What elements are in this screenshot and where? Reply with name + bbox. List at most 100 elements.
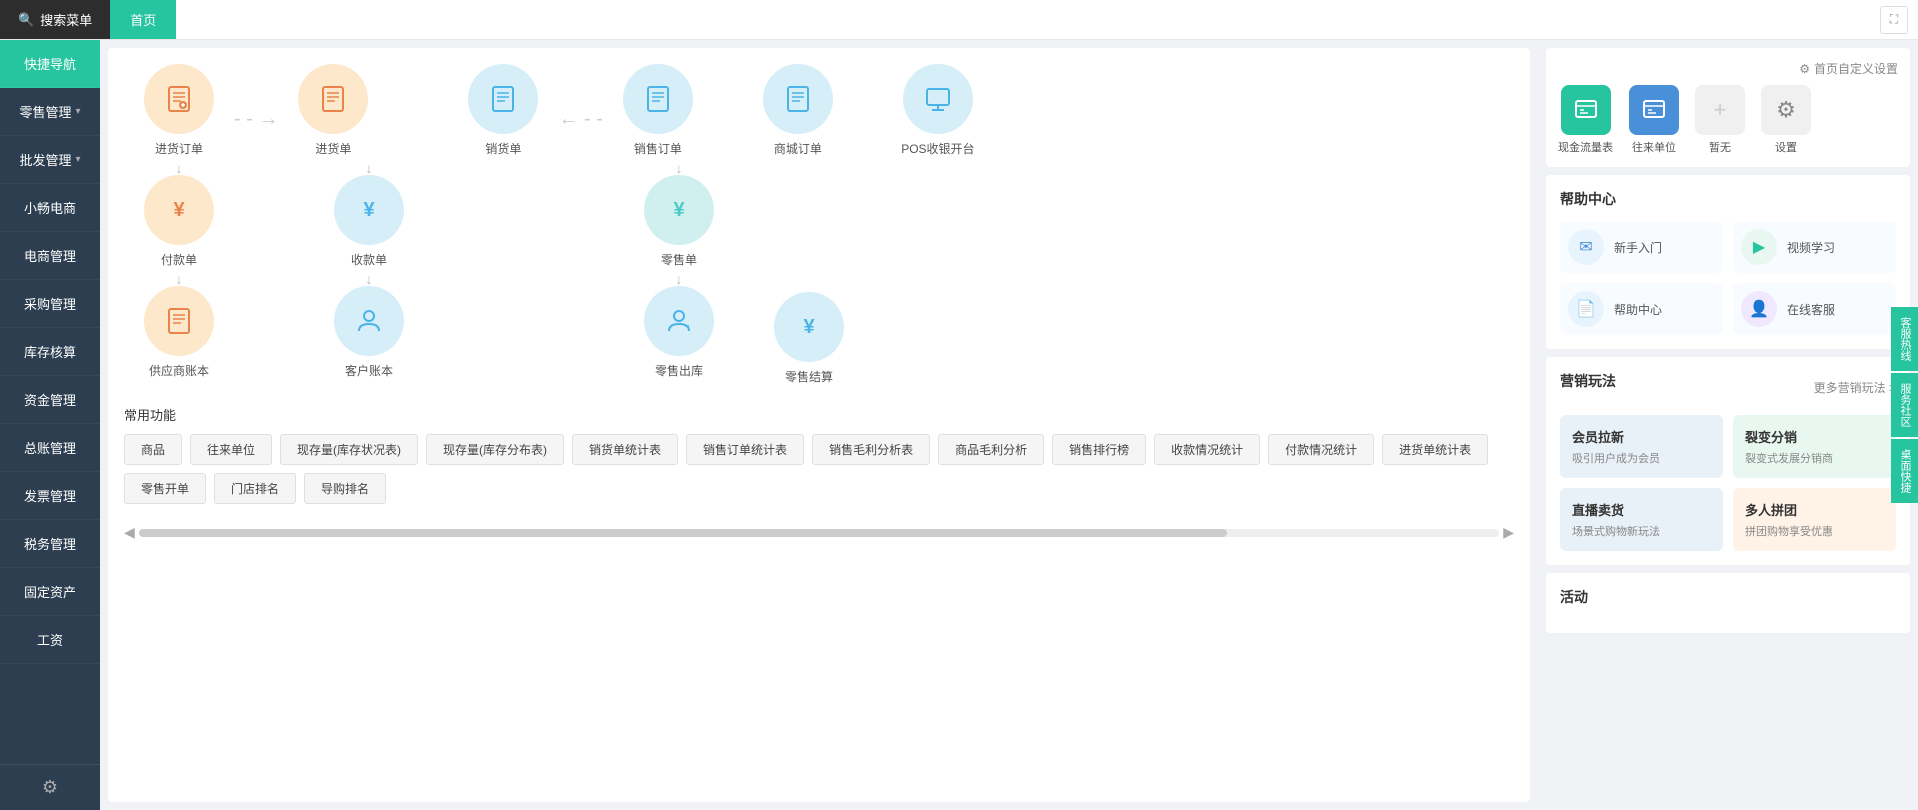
sidebar-item-finance[interactable]: 资金管理: [0, 376, 100, 424]
func-btn-partners[interactable]: 往来单位: [190, 434, 272, 465]
flow-node-pos[interactable]: POS收银开台: [883, 64, 993, 157]
settings-label: 设置: [1775, 139, 1797, 155]
member-title: 会员拉新: [1572, 427, 1711, 446]
flow-node-sales-slip[interactable]: 销货单: [448, 64, 558, 157]
main-layout: 快捷导航 零售管理 ▾ 批发管理 ▾ 小畅电商 电商管理 采购管理 库存核算 资…: [0, 40, 1918, 810]
customer-book-label: 客户账本: [345, 362, 393, 379]
func-btn-sales-profit[interactable]: 销售毛利分析表: [812, 434, 930, 465]
help-label: 帮助中心: [1614, 301, 1662, 318]
marketing-grid: 会员拉新 吸引用户成为会员 裂变分销 裂变式发展分销商 直播卖货 场景式购物新玩…: [1560, 415, 1896, 551]
flow-node-purchase-slip[interactable]: 进货单: [278, 64, 388, 157]
search-menu-btn[interactable]: 🔍 搜索菜单: [0, 0, 110, 39]
home-tab[interactable]: 首页: [110, 0, 176, 39]
cashflow-label: 现金流量表: [1558, 139, 1613, 155]
marketing-item-fission[interactable]: 裂变分销 裂变式发展分销商: [1733, 415, 1896, 478]
live-desc: 场景式购物新玩法: [1572, 523, 1711, 539]
quick-icon-settings[interactable]: ⚙ 设置: [1761, 85, 1811, 155]
receipt-label: 收款单: [351, 251, 387, 268]
sidebar-item-tax[interactable]: 税务管理: [0, 520, 100, 568]
sidebar-item-assets[interactable]: 固定资产: [0, 568, 100, 616]
func-btn-stock-dist[interactable]: 现存量(库存分布表): [426, 434, 564, 465]
arrow-down-sales: ↓: [366, 161, 373, 175]
sidebar-item-ecommerce-small[interactable]: 小畅电商: [0, 184, 100, 232]
help-item-video[interactable]: ▶ 视频学习: [1733, 221, 1896, 273]
func-btn-store-rank[interactable]: 门店排名: [214, 473, 296, 504]
customize-label: 首页自定义设置: [1814, 60, 1898, 77]
float-btn-community[interactable]: 服务社区: [1891, 373, 1918, 437]
scroll-track[interactable]: [139, 529, 1499, 537]
marketing-title: 营销玩法: [1560, 371, 1616, 391]
quick-icon-partners[interactable]: 往来单位: [1629, 85, 1679, 155]
mall-order-icon: [763, 64, 833, 134]
float-btn-desktop[interactable]: 桌面快捷: [1891, 439, 1918, 503]
sidebar-item-wholesale[interactable]: 批发管理 ▾: [0, 136, 100, 184]
sidebar-item-inventory[interactable]: 库存核算: [0, 328, 100, 376]
sidebar-item-label: 资金管理: [24, 390, 76, 409]
func-btn-retail-order[interactable]: 零售开单: [124, 473, 206, 504]
sidebar: 快捷导航 零售管理 ▾ 批发管理 ▾ 小畅电商 电商管理 采购管理 库存核算 资…: [0, 40, 100, 810]
flow-section: 进货订单 - - → 进货单: [124, 64, 1514, 385]
flow-node-sales-order[interactable]: 销售订单: [603, 64, 713, 157]
flow-node-retail-settle[interactable]: ¥ 零售结算: [754, 292, 864, 385]
retail-out-label: 零售出库: [655, 362, 703, 379]
func-btn-payment-stat[interactable]: 付款情况统计: [1268, 434, 1374, 465]
quick-icon-none[interactable]: + 暂无: [1695, 85, 1745, 155]
help-item-help[interactable]: 📄 帮助中心: [1560, 283, 1723, 335]
more-marketing-link[interactable]: 更多营销玩法 >: [1814, 379, 1896, 396]
quick-icons-row: 现金流量表 往来单位 + 暂无: [1558, 85, 1898, 155]
func-btn-goods[interactable]: 商品: [124, 434, 182, 465]
marketing-header: 营销玩法 更多营销玩法 >: [1560, 371, 1896, 403]
flow-node-purchase-order[interactable]: 进货订单: [124, 64, 234, 157]
flow-node-customer-book[interactable]: 客户账本: [314, 286, 424, 379]
sidebar-settings-btn[interactable]: ⚙: [0, 764, 100, 810]
sidebar-item-retail[interactable]: 零售管理 ▾: [0, 88, 100, 136]
sidebar-item-ecommerce[interactable]: 电商管理: [0, 232, 100, 280]
fullscreen-button[interactable]: ⛶: [1880, 6, 1908, 34]
payment-icon: ¥: [144, 175, 214, 245]
func-btn-stock-status[interactable]: 现存量(库存状况表): [280, 434, 418, 465]
func-btn-sales-rank[interactable]: 销售排行榜: [1052, 434, 1146, 465]
flow-node-supplier-book[interactable]: 供应商账本: [124, 286, 234, 379]
pos-icon: [903, 64, 973, 134]
float-btn-hotline[interactable]: 客服热线: [1891, 307, 1918, 371]
flow-node-retail-order[interactable]: ¥ 零售单: [624, 175, 734, 268]
home-tab-label: 首页: [130, 10, 156, 29]
help-center-title: 帮助中心: [1560, 189, 1896, 209]
scroll-right-arrow[interactable]: ▶: [1503, 524, 1514, 541]
sidebar-item-ledger[interactable]: 总账管理: [0, 424, 100, 472]
flow-node-retail-out[interactable]: 零售出库: [624, 286, 734, 379]
func-btn-guide-rank[interactable]: 导购排名: [304, 473, 386, 504]
help-icon-item: 📄: [1568, 291, 1604, 327]
func-btn-goods-profit[interactable]: 商品毛利分析: [938, 434, 1044, 465]
marketing-item-live[interactable]: 直播卖货 场景式购物新玩法: [1560, 488, 1723, 551]
beginner-label: 新手入门: [1614, 239, 1662, 256]
retail-settle-label: 零售结算: [785, 368, 833, 385]
customer-book-icon: [334, 286, 404, 356]
marketing-item-member[interactable]: 会员拉新 吸引用户成为会员: [1560, 415, 1723, 478]
func-btn-sales-order-stat[interactable]: 销售订单统计表: [686, 434, 804, 465]
sidebar-item-label: 工资: [37, 630, 63, 649]
func-btn-sales-stat[interactable]: 销货单统计表: [572, 434, 678, 465]
quick-icon-cashflow[interactable]: 现金流量表: [1558, 85, 1613, 155]
sidebar-item-quick-nav[interactable]: 快捷导航: [0, 40, 100, 88]
sidebar-item-payroll[interactable]: 工资: [0, 616, 100, 664]
customize-link[interactable]: ⚙ 首页自定义设置: [1799, 60, 1898, 77]
sidebar-item-label: 税务管理: [24, 534, 76, 553]
sidebar-item-invoice[interactable]: 发票管理: [0, 472, 100, 520]
func-btn-receipt-stat[interactable]: 收款情况统计: [1154, 434, 1260, 465]
flow-node-payment[interactable]: ¥ 付款单: [124, 175, 234, 268]
flow-node-receipt[interactable]: ¥ 收款单: [314, 175, 424, 268]
marketing-item-group[interactable]: 多人拼团 拼团购物享受优惠: [1733, 488, 1896, 551]
help-item-service[interactable]: 👤 在线客服: [1733, 283, 1896, 335]
search-icon: 🔍: [18, 12, 34, 28]
retail-order-label: 零售单: [661, 251, 697, 268]
help-item-beginner[interactable]: ✉ 新手入门: [1560, 221, 1723, 273]
receipt-icon: ¥: [334, 175, 404, 245]
scroll-left-arrow[interactable]: ◀: [124, 524, 135, 541]
marketing-section: 营销玩法 更多营销玩法 > 会员拉新 吸引用户成为会员 裂变分销 裂变式发展分销…: [1546, 357, 1910, 565]
fission-title: 裂变分销: [1745, 427, 1884, 446]
live-title: 直播卖货: [1572, 500, 1711, 519]
flow-node-mall-order[interactable]: 商城订单: [743, 64, 853, 157]
sidebar-item-purchase[interactable]: 采购管理: [0, 280, 100, 328]
func-btn-purchase-stat[interactable]: 进货单统计表: [1382, 434, 1488, 465]
